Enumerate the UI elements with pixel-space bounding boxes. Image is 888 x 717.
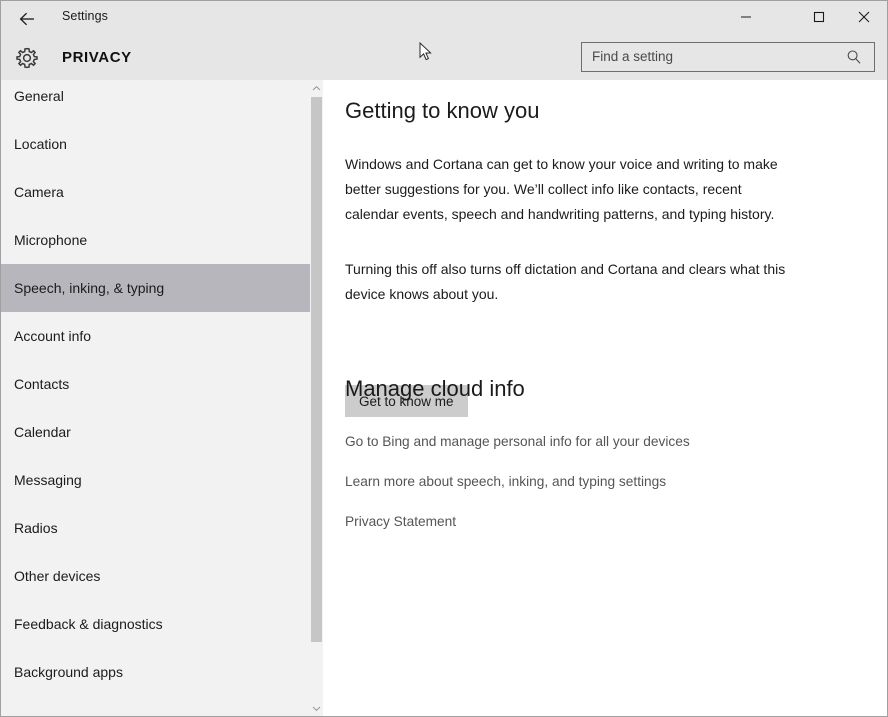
paragraph-turning-this-off: Turning this off also turns off dictatio…	[345, 261, 786, 302]
sidebar-item-label: General	[14, 88, 64, 104]
sidebar-item-label: Speech, inking, & typing	[14, 280, 165, 296]
title-bar: Settings	[1, 1, 887, 37]
search-input[interactable]	[582, 44, 840, 70]
settings-window: Settings PRIVACY Find a setting General …	[0, 0, 888, 717]
sidebar-item-label: Messaging	[14, 472, 82, 488]
maximize-icon	[813, 11, 825, 23]
minimize-icon	[741, 16, 751, 18]
link-learn-more-speech-inking-typing[interactable]: Learn more about speech, inking, and typ…	[345, 474, 666, 489]
sidebar-item-label: Radios	[14, 520, 58, 536]
back-button[interactable]	[7, 3, 49, 35]
page-header: PRIVACY	[1, 37, 887, 80]
sidebar-item-background-apps[interactable]: Background apps	[1, 648, 323, 696]
section-heading-getting-to-know-you: Getting to know you	[345, 98, 540, 123]
section-heading-manage-cloud-info: Manage cloud info	[345, 376, 525, 401]
gear-icon	[12, 43, 42, 73]
sidebar-item-label: Location	[14, 136, 67, 152]
sidebar-item-label: Camera	[14, 184, 64, 200]
chevron-down-icon	[312, 706, 321, 711]
sidebar-item-location[interactable]: Location	[1, 120, 323, 168]
sidebar-item-label: Account info	[14, 328, 92, 344]
maximize-button[interactable]	[796, 1, 842, 33]
back-arrow-icon	[19, 12, 34, 26]
sidebar-item-feedback-diagnostics[interactable]: Feedback & diagnostics	[1, 600, 323, 648]
sidebar-scrollbar-thumb[interactable]	[311, 97, 322, 642]
sidebar-item-speech-inking-typing[interactable]: Speech, inking, & typing	[1, 264, 323, 312]
app-title: Settings	[62, 9, 108, 23]
sidebar-item-microphone[interactable]: Microphone	[1, 216, 323, 264]
sidebar-item-messaging[interactable]: Messaging	[1, 456, 323, 504]
sidebar-item-contacts[interactable]: Contacts	[1, 360, 323, 408]
main-content: Getting to know you Windows and Cortana …	[323, 80, 887, 716]
close-icon	[858, 11, 870, 23]
sidebar-item-calendar[interactable]: Calendar	[1, 408, 323, 456]
search-icon[interactable]	[840, 49, 874, 65]
sidebar-item-label: Other devices	[14, 568, 101, 584]
sidebar-item-label: Feedback & diagnostics	[14, 616, 163, 632]
sidebar-item-camera[interactable]: Camera	[1, 168, 323, 216]
sidebar-item-label: Contacts	[14, 376, 70, 392]
close-button[interactable]	[841, 1, 887, 33]
paragraph-getting-to-know-you: Windows and Cortana can get to know your…	[345, 156, 778, 222]
sidebar-item-account-info[interactable]: Account info	[1, 312, 323, 360]
link-go-to-bing[interactable]: Go to Bing and manage personal info for …	[345, 434, 690, 449]
sidebar-item-general[interactable]: General	[1, 80, 323, 120]
page-title: PRIVACY	[62, 49, 132, 66]
sidebar-item-other-devices[interactable]: Other devices	[1, 552, 323, 600]
scrollbar-up-button[interactable]	[310, 80, 323, 96]
sidebar-item-label: Background apps	[14, 664, 123, 680]
link-privacy-statement[interactable]: Privacy Statement	[345, 514, 456, 529]
sidebar-item-radios[interactable]: Radios	[1, 504, 323, 552]
sidebar-item-label: Calendar	[14, 424, 71, 440]
scrollbar-down-button[interactable]	[310, 700, 323, 716]
search-box[interactable]	[581, 42, 875, 72]
sidebar-item-label: Microphone	[14, 232, 88, 248]
chevron-up-icon	[312, 85, 321, 90]
settings-nav-list[interactable]: General Location Camera Microphone Speech, i…	[1, 80, 323, 716]
minimize-button[interactable]	[723, 1, 769, 33]
